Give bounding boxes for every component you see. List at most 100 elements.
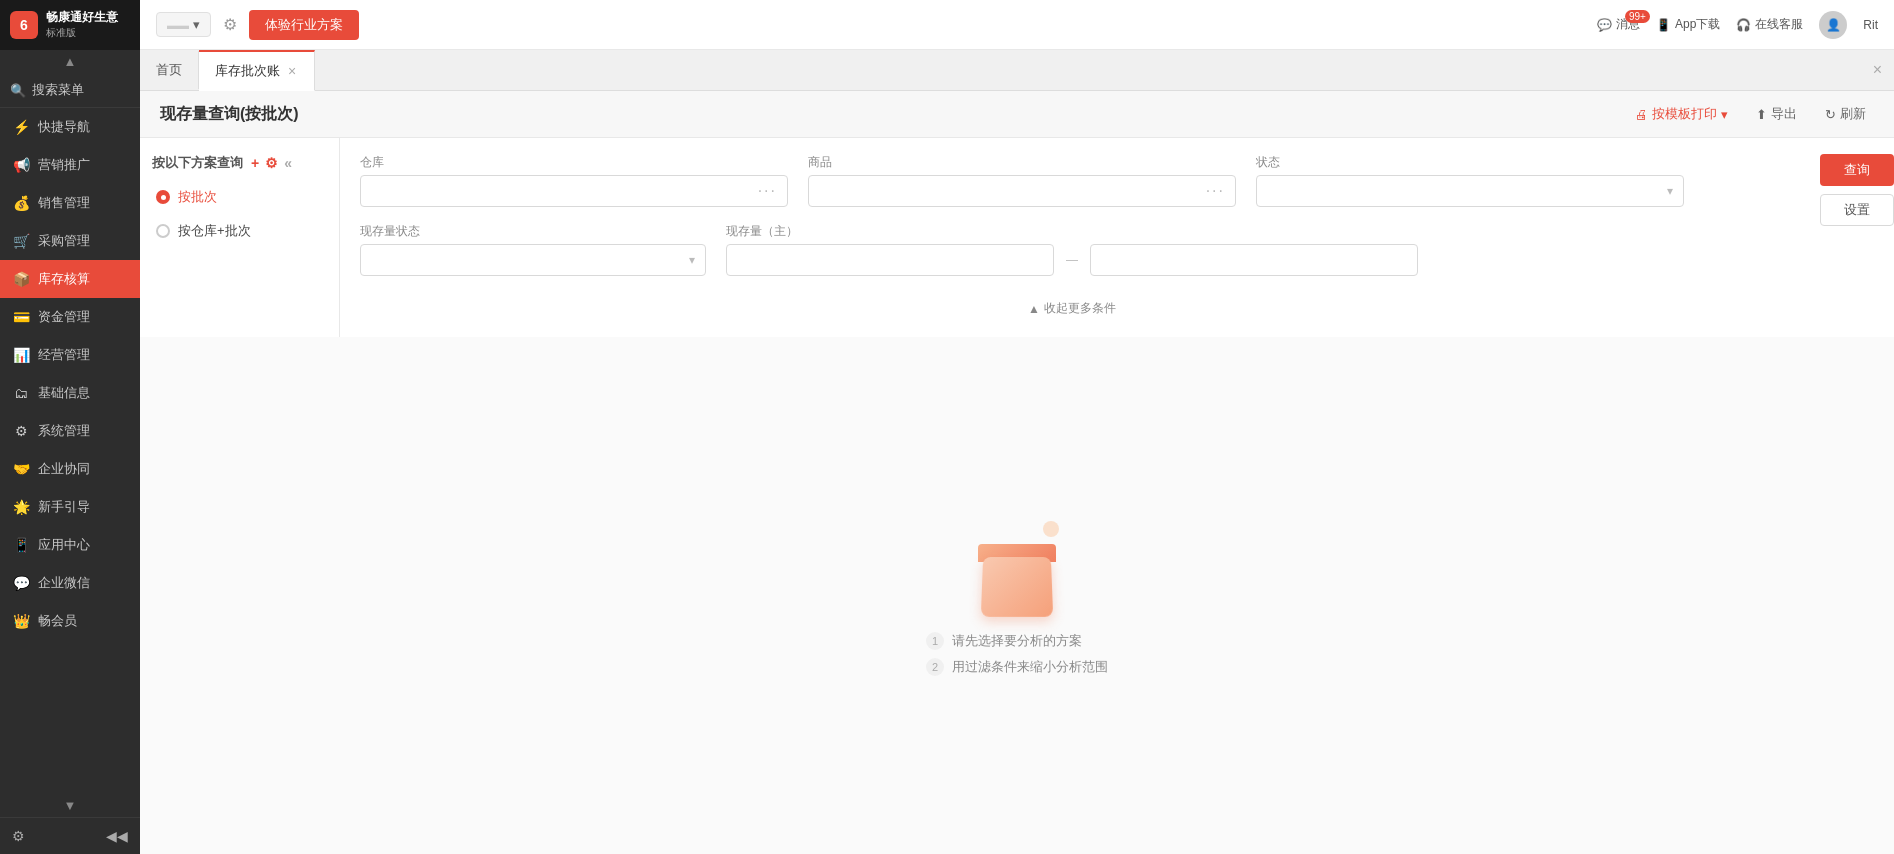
page-title: 现存量查询(按批次) — [160, 104, 299, 125]
filter-form: 仓库 ··· 商品 ··· — [340, 138, 1804, 337]
sidebar-item-app-center[interactable]: 📱 应用中心 — [0, 526, 140, 564]
filter-sidebar-title: 按以下方案查询 — [152, 154, 243, 172]
filter-option-radio-warehouse-batch — [156, 224, 170, 238]
topbar-dropdown[interactable]: ▬▬ ▾ — [156, 12, 211, 37]
stock-status-select[interactable]: ▾ — [360, 244, 706, 276]
app-download-label: App下载 — [1675, 16, 1720, 33]
warehouse-input-wrap[interactable]: ··· — [360, 175, 788, 207]
service-icon: 🎧 — [1736, 18, 1751, 32]
stock-qty-range: — — [726, 244, 1418, 276]
online-service-action[interactable]: 🎧 在线客服 — [1736, 16, 1803, 33]
warehouse-label: 仓库 — [360, 154, 788, 171]
app-download-action[interactable]: 📱 App下载 — [1656, 16, 1720, 33]
sidebar-item-inventory[interactable]: 📦 库存核算 — [0, 260, 140, 298]
online-service-label: 在线客服 — [1755, 16, 1803, 33]
topbar-gear-icon[interactable]: ⚙ — [219, 11, 241, 38]
export-btn[interactable]: ⬆ 导出 — [1748, 101, 1805, 127]
username-label[interactable]: Rit — [1863, 18, 1878, 32]
main-area: ▬▬ ▾ ⚙ 体验行业方案 💬 消息 99+ 📱 App下载 🎧 在线客服 👤 — [140, 0, 1894, 854]
collapse-conditions-btn[interactable]: ▲ 收起更多条件 — [360, 292, 1784, 321]
sidebar-item-sales[interactable]: 💰 销售管理 — [0, 184, 140, 222]
filter-option-batch-label: 按批次 — [178, 188, 217, 206]
tab-inventory-batch[interactable]: 库存批次账 × — [199, 50, 315, 91]
topbar-left: ▬▬ ▾ ⚙ 体验行业方案 — [156, 10, 1587, 40]
hint-num-1: 1 — [926, 632, 944, 650]
warehouse-field: 仓库 ··· — [360, 154, 788, 207]
page-header: 现存量查询(按批次) 🖨 按模板打印 ▾ ⬆ 导出 ↻ 刷新 — [140, 91, 1894, 138]
filter-option-warehouse-batch[interactable]: 按仓库+批次 — [140, 214, 339, 248]
status-chevron-icon: ▾ — [1667, 184, 1673, 198]
sidebar-nav: 🔍 搜索菜单 ⚡ 快捷导航 📢 营销推广 💰 销售管理 🛒 采购管理 📦 库存核… — [0, 73, 140, 794]
warehouse-dots-icon[interactable]: ··· — [758, 182, 777, 200]
stock-qty-label: 现存量（主） — [726, 223, 1418, 240]
status-select[interactable]: ▾ — [1256, 175, 1684, 207]
sidebar-item-member[interactable]: 👑 畅会员 — [0, 602, 140, 640]
query-btn[interactable]: 查询 — [1820, 154, 1894, 186]
empty-sparkle — [1043, 521, 1059, 537]
settings-icon[interactable]: ⚙ — [12, 828, 25, 844]
app-name: 畅康通好生意 — [46, 10, 118, 26]
sidebar-search[interactable]: 🔍 搜索菜单 — [0, 73, 140, 108]
filter-form-wrap: 仓库 ··· 商品 ··· — [340, 138, 1804, 337]
filter-sidebar-icons: + ⚙ « — [251, 155, 292, 171]
close-all-icon: × — [1873, 61, 1882, 79]
hint-text-2: 用过滤条件来缩小分析范围 — [952, 658, 1108, 676]
filter-sidebar-header: 按以下方案查询 + ⚙ « — [140, 150, 339, 180]
tab-close-btn[interactable]: × — [286, 64, 298, 78]
sidebar-item-marketing[interactable]: 📢 营销推广 — [0, 146, 140, 184]
product-field: 商品 ··· — [808, 154, 1236, 207]
sidebar-item-label: 采购管理 — [38, 232, 90, 250]
sidebar-item-newbie[interactable]: 🌟 新手引导 — [0, 488, 140, 526]
status-label: 状态 — [1256, 154, 1684, 171]
stock-qty-max-wrap[interactable] — [1090, 244, 1418, 276]
content-area: 现存量查询(按批次) 🖨 按模板打印 ▾ ⬆ 导出 ↻ 刷新 — [140, 91, 1894, 854]
close-all-tabs-btn[interactable]: × — [1861, 61, 1894, 79]
sidebar-item-label: 经营管理 — [38, 346, 90, 364]
sidebar-item-purchase[interactable]: 🛒 采购管理 — [0, 222, 140, 260]
sidebar-item-finance[interactable]: 💳 资金管理 — [0, 298, 140, 336]
export-label: 导出 — [1771, 105, 1797, 123]
sidebar-item-label: 畅会员 — [38, 612, 77, 630]
purchase-icon: 🛒 — [12, 232, 30, 250]
product-input[interactable] — [819, 184, 1202, 199]
sidebar-item-label: 资金管理 — [38, 308, 90, 326]
settings-scheme-icon[interactable]: ⚙ — [265, 155, 278, 171]
hint-num-2: 2 — [926, 658, 944, 676]
export-icon: ⬆ — [1756, 107, 1767, 122]
user-avatar[interactable]: 👤 — [1819, 11, 1847, 39]
warehouse-input[interactable] — [371, 184, 754, 199]
app-title-block: 畅康通好生意 标准版 — [46, 10, 118, 40]
sidebar-item-quick-nav[interactable]: ⚡ 快捷导航 — [0, 108, 140, 146]
stock-qty-min-input[interactable] — [737, 253, 1043, 268]
tabbar: 首页 库存批次账 × × — [140, 50, 1894, 91]
product-input-wrap[interactable]: ··· — [808, 175, 1236, 207]
app-center-icon: 📱 — [12, 536, 30, 554]
settings-btn[interactable]: 设置 — [1820, 194, 1894, 226]
stock-qty-max-input[interactable] — [1101, 253, 1407, 268]
app-logo: 6 — [10, 11, 38, 39]
stock-qty-min-wrap[interactable] — [726, 244, 1054, 276]
add-scheme-icon[interactable]: + — [251, 155, 259, 171]
collapse-sidebar-icon[interactable]: ◀◀ — [106, 828, 128, 844]
sidebar-item-operations[interactable]: 📊 经营管理 — [0, 336, 140, 374]
sidebar-item-enterprise-wechat[interactable]: 💬 企业微信 — [0, 564, 140, 602]
sidebar-item-label: 应用中心 — [38, 536, 90, 554]
sidebar-item-label: 企业微信 — [38, 574, 90, 592]
experience-btn[interactable]: 体验行业方案 — [249, 10, 359, 40]
refresh-btn[interactable]: ↻ 刷新 — [1817, 101, 1874, 127]
message-action[interactable]: 💬 消息 99+ — [1597, 16, 1640, 33]
sidebar-item-system[interactable]: ⚙ 系统管理 — [0, 412, 140, 450]
print-icon: 🖨 — [1635, 107, 1648, 122]
sidebar-scroll-up[interactable]: ▲ — [0, 50, 140, 73]
marketing-icon: 📢 — [12, 156, 30, 174]
sidebar-scroll-down[interactable]: ▼ — [0, 794, 140, 817]
tab-home[interactable]: 首页 — [140, 51, 199, 89]
collapse-scheme-icon[interactable]: « — [284, 155, 292, 171]
sidebar-item-basic-info[interactable]: 🗂 基础信息 — [0, 374, 140, 412]
search-label: 搜索菜单 — [32, 81, 84, 99]
sidebar-item-enterprise[interactable]: 🤝 企业协同 — [0, 450, 140, 488]
product-dots-icon[interactable]: ··· — [1206, 182, 1225, 200]
phone-icon: 📱 — [1656, 18, 1671, 32]
filter-option-batch[interactable]: 按批次 — [140, 180, 339, 214]
print-btn[interactable]: 🖨 按模板打印 ▾ — [1627, 101, 1736, 127]
